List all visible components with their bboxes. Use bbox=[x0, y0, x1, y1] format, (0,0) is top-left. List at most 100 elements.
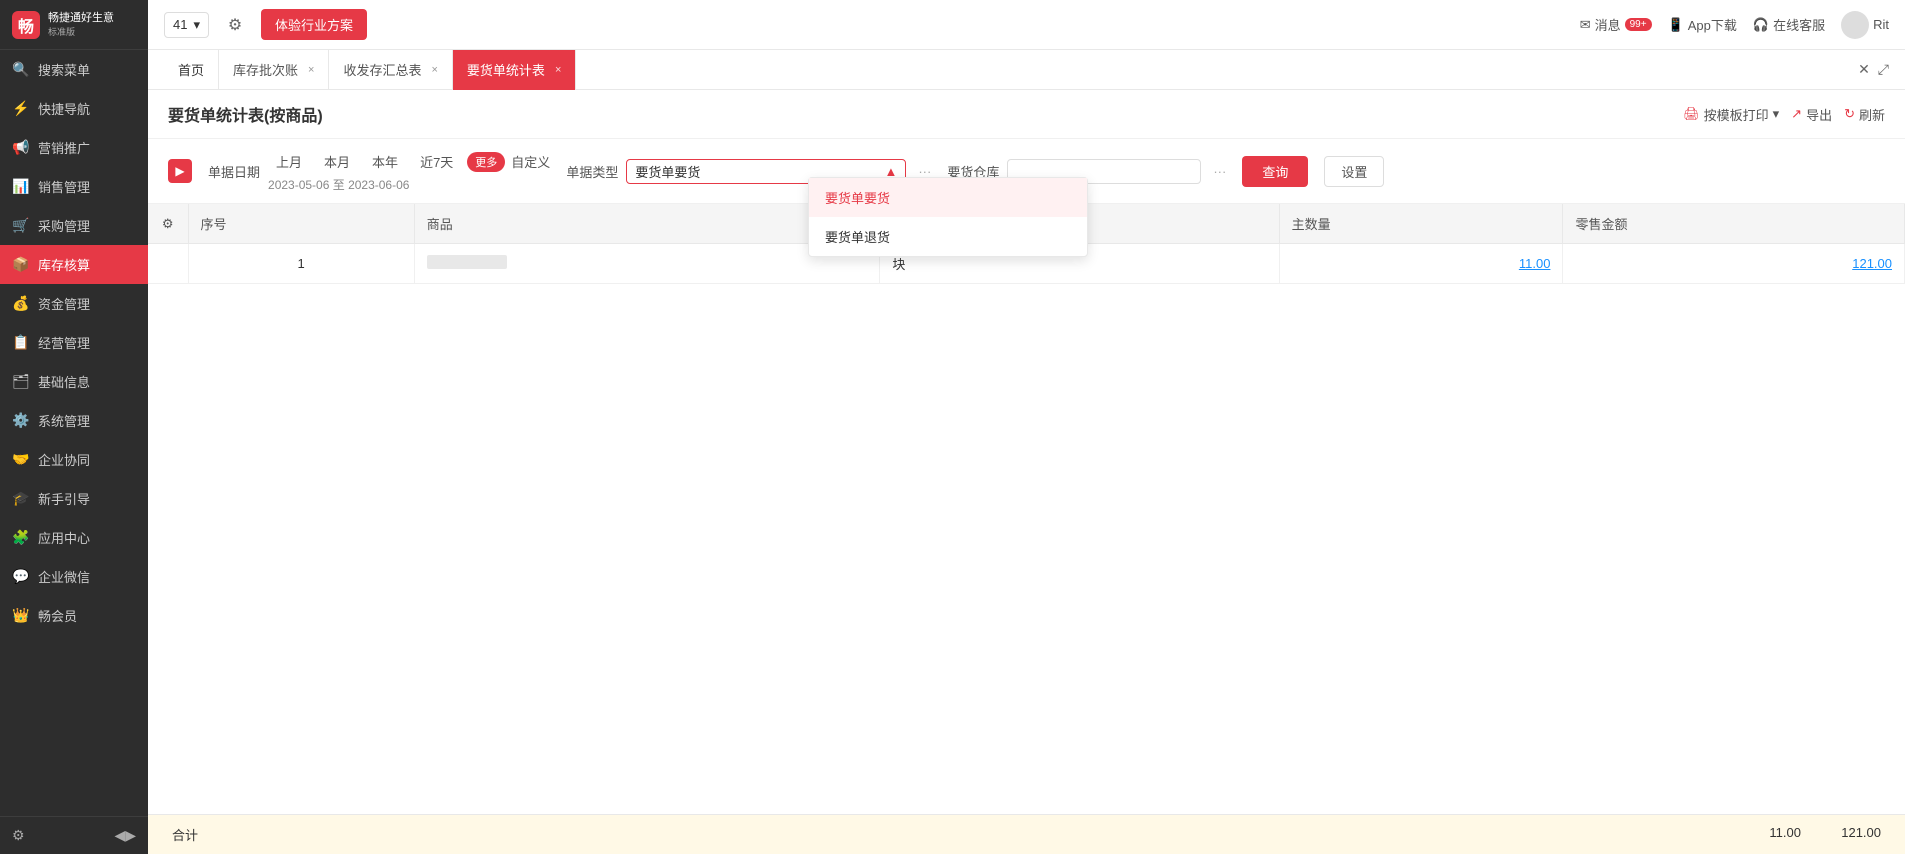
td-amount[interactable]: 121.00 bbox=[1563, 244, 1905, 284]
user-menu[interactable]: Rit bbox=[1841, 11, 1889, 39]
th-amount: 零售金额 bbox=[1563, 204, 1905, 244]
date-filter-wrap: 上月 本月 本年 近7天 更多 自定义 2023-05-06 至 2023-06… bbox=[268, 149, 550, 193]
sidebar-item-search[interactable]: 🔍 搜索菜单 bbox=[0, 50, 148, 89]
tab-close-inventory-batch[interactable]: × bbox=[308, 64, 314, 76]
page-inner: 要货单统计表(按商品) 🖨 按模板打印 ▾ ↗ 导出 ↻ 刷新 bbox=[148, 90, 1905, 814]
sidebar-item-label: 企业协同 bbox=[38, 450, 90, 469]
sidebar-item-system[interactable]: ⚙️ 系统管理 bbox=[0, 401, 148, 440]
tab-order-stats[interactable]: 要货单统计表 × bbox=[453, 50, 576, 90]
sidebar-item-apps[interactable]: 🧩 应用中心 bbox=[0, 518, 148, 557]
close-window-btn[interactable]: ✕ bbox=[1858, 61, 1870, 78]
tab-inventory-batch-label: 库存批次账 bbox=[233, 60, 298, 79]
tab-receive-summary-label: 收发存汇总表 bbox=[343, 60, 421, 79]
sidebar-item-shortcut[interactable]: ⚡ 快捷导航 bbox=[0, 89, 148, 128]
sidebar-item-purchase[interactable]: 🛒 采购管理 bbox=[0, 206, 148, 245]
sidebar-item-enterprise[interactable]: 🤝 企业协同 bbox=[0, 440, 148, 479]
chevron-down-icon: ▾ bbox=[193, 17, 200, 33]
header-settings-btn[interactable]: ⚙ bbox=[221, 11, 249, 39]
order-type-label: 单据类型 bbox=[566, 162, 618, 181]
th-settings[interactable]: ⚙ bbox=[148, 204, 188, 244]
td-settings bbox=[148, 244, 188, 284]
setup-btn[interactable]: 设置 bbox=[1324, 156, 1384, 187]
avatar bbox=[1841, 11, 1869, 39]
message-icon: ✉ bbox=[1580, 17, 1591, 33]
user-name: Rit bbox=[1873, 17, 1889, 32]
query-btn[interactable]: 查询 bbox=[1242, 156, 1308, 187]
export-label: 导出 bbox=[1806, 105, 1832, 124]
page-content: 要货单统计表(按商品) 🖨 按模板打印 ▾ ↗ 导出 ↻ 刷新 bbox=[148, 90, 1905, 814]
maximize-window-btn[interactable]: ⤢ bbox=[1878, 61, 1889, 78]
tab-receive-summary[interactable]: 收发存汇总表 × bbox=[329, 50, 452, 90]
sidebar-item-label: 新手引导 bbox=[38, 489, 90, 508]
sidebar: 畅 畅捷通好生意 标准版 🔍 搜索菜单 ⚡ 快捷导航 📢 营销推广 📊 销售管理… bbox=[0, 0, 148, 854]
tab-order-stats-label: 要货单统计表 bbox=[467, 60, 545, 79]
message-label: 消息 bbox=[1595, 15, 1621, 34]
tab-window-btns: ✕ ⤢ bbox=[1858, 61, 1889, 78]
recent-7-btn[interactable]: 近7天 bbox=[412, 149, 461, 174]
sales-icon: 📊 bbox=[12, 178, 30, 195]
sidebar-item-marketing[interactable]: 📢 营销推广 bbox=[0, 128, 148, 167]
logo-sub: 标准版 bbox=[48, 25, 114, 38]
sidebar-item-label: 经营管理 bbox=[38, 333, 90, 352]
prev-month-btn[interactable]: 上月 bbox=[268, 149, 310, 174]
sidebar-item-label: 库存核算 bbox=[38, 255, 90, 274]
custom-date-btn[interactable]: 自定义 bbox=[511, 152, 550, 171]
store-selector[interactable]: 41 ▾ bbox=[164, 12, 209, 38]
sidebar-item-label: 快捷导航 bbox=[38, 99, 90, 118]
sidebar-item-label: 营销推广 bbox=[38, 138, 90, 157]
sidebar-item-member[interactable]: 👑 畅会员 bbox=[0, 596, 148, 635]
tab-bar: 首页 库存批次账 × 收发存汇总表 × 要货单统计表 × ✕ ⤢ bbox=[148, 50, 1905, 90]
sidebar-item-finance[interactable]: 💰 资金管理 bbox=[0, 284, 148, 323]
tab-close-receive-summary[interactable]: × bbox=[431, 64, 437, 76]
sidebar-item-label: 企业微信 bbox=[38, 567, 90, 586]
industry-btn[interactable]: 体验行业方案 bbox=[261, 9, 367, 40]
sidebar-item-operation[interactable]: 📋 经营管理 bbox=[0, 323, 148, 362]
sidebar-nav: 🔍 搜索菜单 ⚡ 快捷导航 📢 营销推广 📊 销售管理 🛒 采购管理 📦 库存核… bbox=[0, 50, 148, 816]
filter-expand-btn[interactable]: ▶ bbox=[168, 159, 192, 183]
this-year-btn[interactable]: 本年 bbox=[364, 149, 406, 174]
sidebar-item-basic[interactable]: 🗂 基础信息 bbox=[0, 362, 148, 401]
marketing-icon: 📢 bbox=[12, 139, 30, 156]
guide-icon: 🎓 bbox=[12, 490, 30, 507]
tab-close-order-stats[interactable]: × bbox=[555, 64, 561, 76]
finance-icon: 💰 bbox=[12, 295, 30, 312]
more-dates-btn[interactable]: 更多 bbox=[467, 152, 505, 172]
date-shortcuts: 上月 本月 本年 近7天 更多 自定义 bbox=[268, 149, 550, 174]
refresh-action-btn[interactable]: ↻ 刷新 bbox=[1844, 105, 1885, 124]
tab-home-label: 首页 bbox=[178, 60, 204, 79]
search-nav-icon: 🔍 bbox=[12, 61, 30, 78]
th-seq: 序号 bbox=[188, 204, 414, 244]
enterprise-icon: 🤝 bbox=[12, 451, 30, 468]
sidebar-item-wechat[interactable]: 💬 企业微信 bbox=[0, 557, 148, 596]
collapse-sidebar-btn[interactable]: ◀▶ bbox=[114, 827, 136, 844]
sidebar-item-label: 销售管理 bbox=[38, 177, 90, 196]
sidebar-item-label: 基础信息 bbox=[38, 372, 90, 391]
member-icon: 👑 bbox=[12, 607, 30, 624]
sidebar-item-inventory[interactable]: 📦 库存核算 bbox=[0, 245, 148, 284]
wechat-icon: 💬 bbox=[12, 568, 30, 585]
tab-home[interactable]: 首页 bbox=[164, 50, 219, 90]
logo-icon: 畅 bbox=[12, 11, 40, 39]
refresh-label: 刷新 bbox=[1859, 105, 1885, 124]
print-action-btn[interactable]: 🖨 按模板打印 ▾ bbox=[1683, 105, 1779, 124]
export-action-btn[interactable]: ↗ 导出 bbox=[1791, 105, 1832, 124]
sidebar-item-sales[interactable]: 📊 销售管理 bbox=[0, 167, 148, 206]
filter-bar: ▶ 单据日期 上月 本月 本年 近7天 更多 自定义 2023-05-06 至 … bbox=[148, 139, 1905, 204]
warehouse-more-icon[interactable]: ··· bbox=[1213, 164, 1226, 179]
dropdown-item-order-return[interactable]: 要货单退货 bbox=[809, 217, 1087, 256]
app-download-action[interactable]: 📱 App下载 bbox=[1668, 15, 1737, 34]
tab-inventory-batch[interactable]: 库存批次账 × bbox=[219, 50, 329, 90]
message-action[interactable]: ✉ 消息 99+ bbox=[1580, 15, 1652, 34]
shortcut-icon: ⚡ bbox=[12, 100, 30, 117]
sidebar-item-label: 搜索菜单 bbox=[38, 60, 90, 79]
this-month-btn[interactable]: 本月 bbox=[316, 149, 358, 174]
footer-label: 合计 bbox=[160, 825, 410, 844]
message-badge: 99+ bbox=[1625, 18, 1652, 31]
settings-bottom-icon[interactable]: ⚙ bbox=[12, 827, 25, 844]
td-qty[interactable]: 11.00 bbox=[1279, 244, 1563, 284]
page-header: 要货单统计表(按商品) 🖨 按模板打印 ▾ ↗ 导出 ↻ 刷新 bbox=[148, 90, 1905, 139]
purchase-icon: 🛒 bbox=[12, 217, 30, 234]
dropdown-item-order-purchase[interactable]: 要货单要货 bbox=[809, 178, 1087, 217]
sidebar-item-guide[interactable]: 🎓 新手引导 bbox=[0, 479, 148, 518]
online-service-action[interactable]: 🎧 在线客服 bbox=[1753, 15, 1825, 34]
